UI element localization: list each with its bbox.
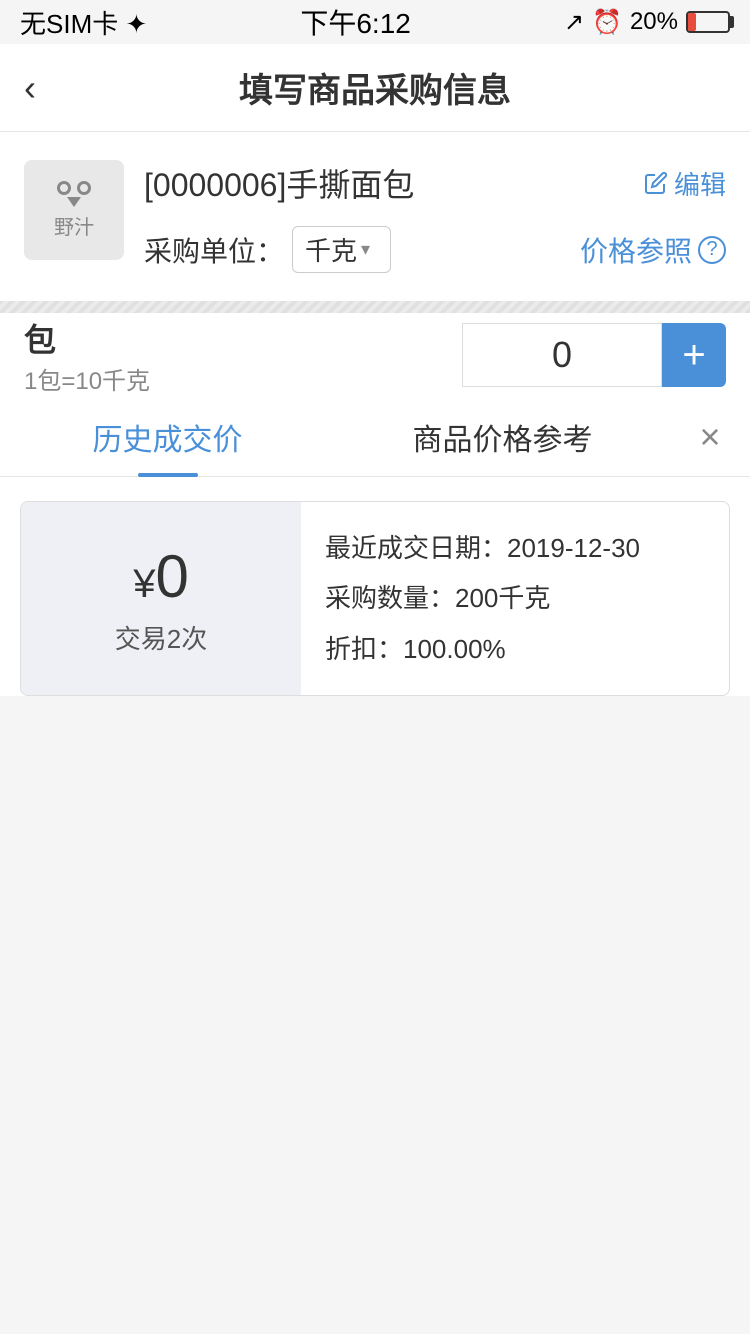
price-value: 0 xyxy=(155,543,188,610)
unit-label-text: 采购单位： xyxy=(144,230,284,270)
currency-symbol: ¥ xyxy=(133,562,155,606)
tab-product-price-ref[interactable]: 商品价格参考 xyxy=(335,397,670,477)
bottom-panel: 历史成交价 商品价格参考 × ¥0 交易2次 最近成交日期：2019-12-30… xyxy=(0,397,750,696)
page-title: 填写商品采购信息 xyxy=(239,63,511,112)
qty-input[interactable]: 0 xyxy=(462,323,662,387)
product-card: 野汁 [0000006]手撕面包 编辑 采购单位： 千克 ▾ xyxy=(0,132,750,301)
unit-select[interactable]: 千克 ▾ xyxy=(292,226,391,273)
quantity-row: 包 1包=10千克 0 + xyxy=(0,313,750,397)
recent-date-row: 最近成交日期：2019-12-30 xyxy=(325,530,705,566)
recent-date-label: 最近成交日期： xyxy=(325,533,507,563)
alarm-icon: ⏰ xyxy=(592,8,622,37)
unit-label: 采购单位： 千克 ▾ xyxy=(144,226,391,273)
unit-row: 采购单位： 千克 ▾ 价格参照 ? xyxy=(144,226,726,273)
purchase-qty-row: 采购数量：200千克 xyxy=(325,580,705,616)
back-button[interactable]: ‹ xyxy=(24,67,36,109)
price-ref-button[interactable]: 价格参照 ? xyxy=(580,230,726,270)
price-left: ¥0 交易2次 xyxy=(21,502,301,695)
battery-percent: 20% xyxy=(630,8,678,36)
tab-underline xyxy=(138,473,198,477)
recent-date-value: 2019-12-30 xyxy=(507,533,640,563)
product-info: [0000006]手撕面包 编辑 采购单位： 千克 ▾ 价格参照 ? xyxy=(144,160,726,273)
tabs-row: 历史成交价 商品价格参考 × xyxy=(0,397,750,477)
purchase-qty-value: 200千克 xyxy=(455,583,550,613)
product-image: 野汁 xyxy=(54,181,94,240)
location-icon: ↗ xyxy=(564,8,584,37)
discount-row: 折扣：100.00% xyxy=(325,631,705,667)
price-right: 最近成交日期：2019-12-30 采购数量：200千克 折扣：100.00% xyxy=(301,502,729,695)
trade-count: 交易2次 xyxy=(115,619,207,656)
qty-unit: 包 xyxy=(24,315,150,361)
product-name: [0000006]手撕面包 xyxy=(144,160,414,206)
product-top-row: [0000006]手撕面包 编辑 xyxy=(144,160,726,206)
edit-button[interactable]: 编辑 xyxy=(644,165,726,202)
product-thumbnail: 野汁 xyxy=(24,160,124,260)
status-time: 下午6:12 xyxy=(300,2,411,42)
price-ref-label: 价格参照 xyxy=(580,230,692,270)
unit-select-arrow: ▾ xyxy=(361,239,370,260)
discount-label: 折扣： xyxy=(325,634,403,664)
question-icon: ? xyxy=(698,236,726,264)
discount-value: 100.00% xyxy=(403,634,506,664)
tab1-label: 历史成交价 xyxy=(93,415,243,459)
qty-conversion: 1包=10千克 xyxy=(24,361,150,396)
edit-label: 编辑 xyxy=(674,165,726,202)
nav-bar: ‹ 填写商品采购信息 xyxy=(0,44,750,132)
question-mark: ? xyxy=(706,238,717,261)
purchase-qty-label: 采购数量： xyxy=(325,583,455,613)
battery-icon xyxy=(686,11,730,33)
page-background xyxy=(0,720,750,1320)
qty-label-area: 包 1包=10千克 xyxy=(24,315,150,396)
tab-history-price[interactable]: 历史成交价 xyxy=(0,397,335,477)
stripe-divider xyxy=(0,301,750,313)
qty-control: 0 + xyxy=(462,323,726,387)
qty-value: 0 xyxy=(552,334,572,376)
status-left: 无SIM卡 ✦ xyxy=(20,4,147,41)
price-card: ¥0 交易2次 最近成交日期：2019-12-30 采购数量：200千克 折扣：… xyxy=(20,501,730,696)
unit-value: 千克 xyxy=(305,231,357,268)
qty-plus-button[interactable]: + xyxy=(662,323,726,387)
status-right: ↗ ⏰ 20% xyxy=(564,8,730,37)
tabs-close-button[interactable]: × xyxy=(670,416,750,458)
price-amount: ¥0 xyxy=(133,542,189,611)
status-bar: 无SIM卡 ✦ 下午6:12 ↗ ⏰ 20% xyxy=(0,0,750,44)
carrier-text: 无SIM卡 ✦ xyxy=(20,4,147,41)
tab2-label: 商品价格参考 xyxy=(413,415,593,459)
